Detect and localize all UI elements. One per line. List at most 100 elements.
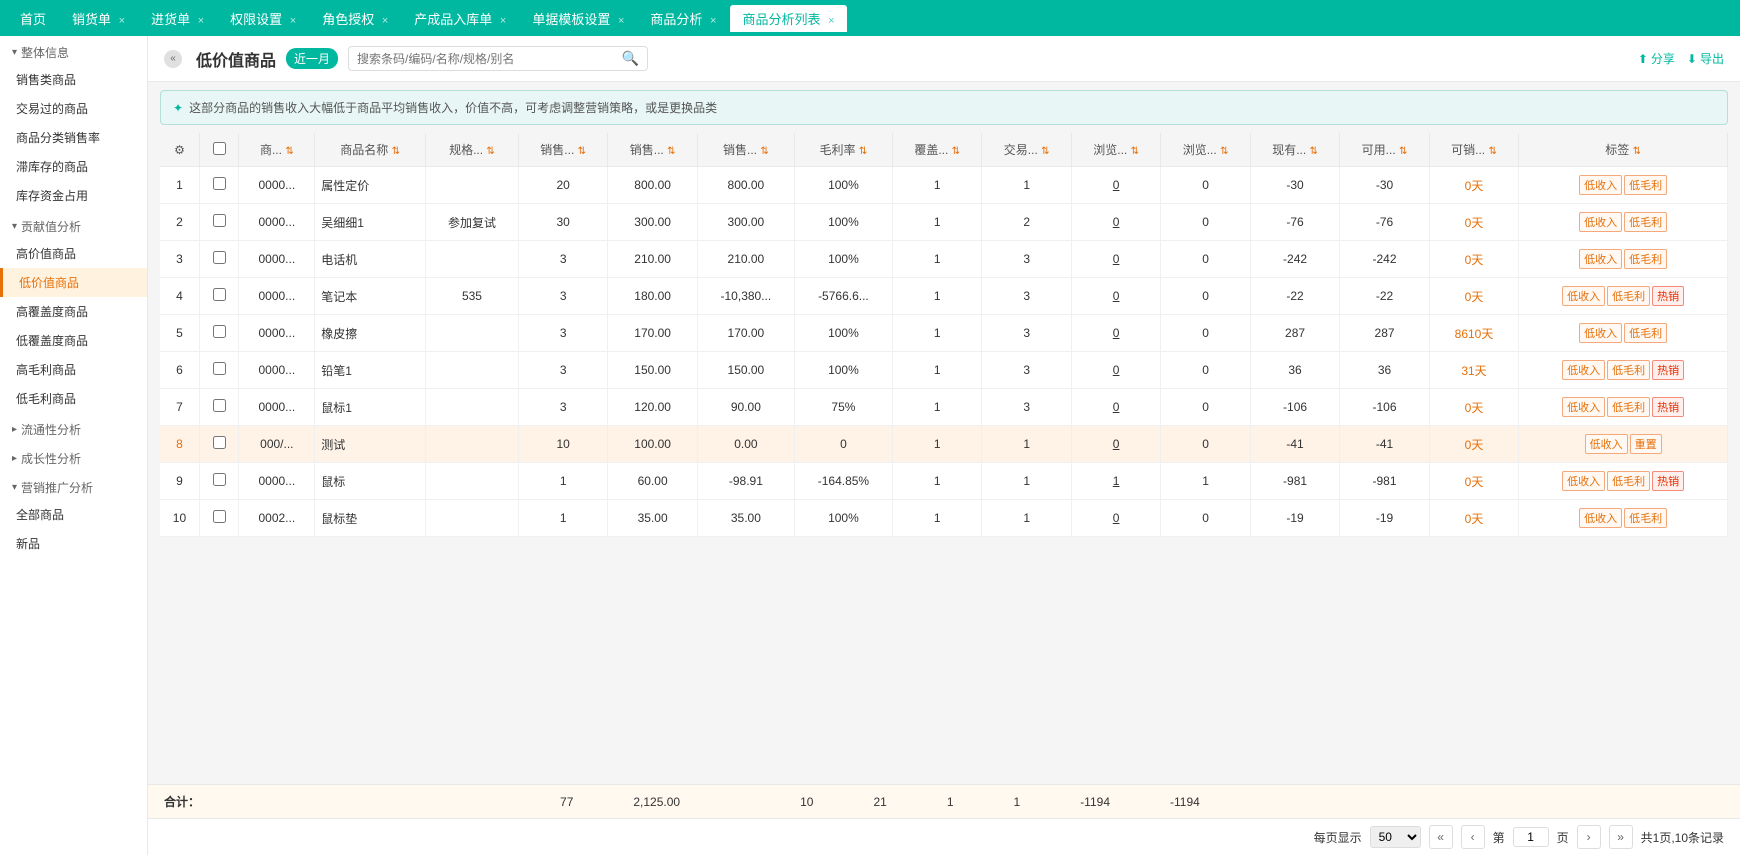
nav-purchase[interactable]: 进货单 × [139,5,216,32]
sidebar-collapse-button[interactable]: « [164,50,182,68]
th-spec[interactable]: 规格... ⇅ [425,133,518,167]
next-page-button[interactable]: › [1577,825,1601,849]
cell-checkbox[interactable] [199,315,239,352]
th-views2[interactable]: 浏览... ⇅ [1161,133,1250,167]
cell-checkbox[interactable] [199,167,239,204]
sidebar-item-low-coverage[interactable]: 低覆盖度商品 [0,326,147,355]
nav-product-analysis[interactable]: 商品分析 × [638,5,728,32]
cell-checkbox[interactable] [199,204,239,241]
row-checkbox[interactable] [213,362,226,375]
th-settings[interactable]: ⚙ [160,133,199,167]
row-checkbox[interactable] [213,510,226,523]
nav-product-analysis-list-close[interactable]: × [828,15,834,27]
th-tags[interactable]: 标签 ⇅ [1519,133,1728,167]
cell-views1[interactable]: 0 [1071,204,1160,241]
cell-views1[interactable]: 0 [1071,167,1160,204]
th-sellable[interactable]: 可销... ⇅ [1429,133,1518,167]
first-page-button[interactable]: « [1429,825,1453,849]
nav-template-close[interactable]: × [618,15,624,27]
nav-permissions-close[interactable]: × [290,15,296,27]
row-checkbox[interactable] [213,288,226,301]
cell-views1[interactable]: 0 [1071,278,1160,315]
nav-product-entry-close[interactable]: × [500,15,506,27]
th-name[interactable]: 商品名称 ⇅ [315,133,426,167]
nav-sales-close[interactable]: × [119,15,125,27]
th-current-stock[interactable]: 现有... ⇅ [1250,133,1339,167]
th-sales-qty[interactable]: 销售... ⇅ [518,133,607,167]
sidebar-group-marketing[interactable]: ▾ 营销推广分析 [0,471,147,500]
cell-views1[interactable]: 1 [1071,463,1160,500]
nav-product-analysis-list[interactable]: 商品分析列表 × [730,5,846,32]
cell-checkbox[interactable] [199,389,239,426]
nav-roles-close[interactable]: × [382,15,388,27]
export-button[interactable]: ⬇ 导出 [1687,50,1724,67]
th-sales-amount[interactable]: 销售... ⇅ [697,133,794,167]
sidebar-item-capital[interactable]: 库存资金占用 [0,181,147,210]
share-button[interactable]: ⬆ 分享 [1638,50,1675,67]
sidebar-group-contribution[interactable]: ▾ 贡献值分析 [0,210,147,239]
select-all-checkbox[interactable] [213,142,226,155]
row-checkbox[interactable] [213,436,226,449]
cell-checkbox[interactable] [199,352,239,389]
th-coverage[interactable]: 覆盖... ⇅ [892,133,981,167]
th-sales-price[interactable]: 销售... ⇅ [608,133,697,167]
cell-spec [425,352,518,389]
cell-checkbox[interactable] [199,278,239,315]
page-number-input[interactable] [1513,827,1549,847]
th-transactions[interactable]: 交易... ⇅ [982,133,1071,167]
sidebar-item-category-sales[interactable]: 商品分类销售率 [0,123,147,152]
sidebar-item-traded[interactable]: 交易过的商品 [0,94,147,123]
nav-permissions[interactable]: 权限设置 × [218,5,308,32]
th-views1[interactable]: 浏览... ⇅ [1071,133,1160,167]
sidebar-group-overall[interactable]: ▾ 整体信息 [0,36,147,65]
cell-transactions: 3 [982,352,1071,389]
nav-roles[interactable]: 角色授权 × [310,5,400,32]
sidebar-item-low-margin[interactable]: 低毛利商品 [0,384,147,413]
sidebar-item-stagnant[interactable]: 滞库存的商品 [0,152,147,181]
sidebar-item-low-value[interactable]: 低价值商品 [0,268,147,297]
table-wrapper[interactable]: ⚙ 商... ⇅ 商品名称 ⇅ 规格... ⇅ 销售... ⇅ 销售... ⇅ … [160,133,1728,784]
th-available[interactable]: 可用... ⇅ [1340,133,1429,167]
search-icon[interactable]: 🔍 [622,50,639,67]
row-checkbox[interactable] [213,473,226,486]
nav-product-entry[interactable]: 产成品入库单 × [402,5,518,32]
cell-views1[interactable]: 0 [1071,315,1160,352]
sidebar-group-growth[interactable]: ▸ 成长性分析 [0,442,147,471]
cell-views1[interactable]: 0 [1071,426,1160,463]
cell-checkbox[interactable] [199,463,239,500]
nav-template[interactable]: 单据模板设置 × [520,5,636,32]
row-checkbox[interactable] [213,325,226,338]
th-code[interactable]: 商... ⇅ [239,133,315,167]
cell-checkbox[interactable] [199,426,239,463]
cell-views1[interactable]: 0 [1071,352,1160,389]
sidebar-group-circulation[interactable]: ▸ 流通性分析 [0,413,147,442]
row-checkbox[interactable] [213,251,226,264]
cell-checkbox[interactable] [199,241,239,278]
th-checkbox[interactable] [199,133,239,167]
nav-home[interactable]: 首页 [8,5,58,32]
sidebar-item-new-products[interactable]: 新品 [0,529,147,558]
cell-views1[interactable]: 0 [1071,389,1160,426]
nav-product-analysis-close[interactable]: × [710,15,716,27]
nav-purchase-close[interactable]: × [198,15,204,27]
last-page-button[interactable]: » [1609,825,1633,849]
sidebar-item-sales-products[interactable]: 销售类商品 [0,65,147,94]
page-size-select[interactable]: 50 100 200 [1370,826,1421,848]
row-checkbox[interactable] [213,177,226,190]
sidebar-item-high-margin[interactable]: 高毛利商品 [0,355,147,384]
row-checkbox[interactable] [213,399,226,412]
cell-views1[interactable]: 0 [1071,500,1160,537]
sidebar-item-high-value[interactable]: 高价值商品 [0,239,147,268]
row-checkbox[interactable] [213,214,226,227]
sidebar-item-high-coverage[interactable]: 高覆盖度商品 [0,297,147,326]
prev-page-button[interactable]: ‹ [1461,825,1485,849]
filter-tag-recent-month[interactable]: 近一月 [286,48,338,69]
search-input[interactable] [357,52,622,66]
cell-checkbox[interactable] [199,500,239,537]
cell-views1[interactable]: 0 [1071,241,1160,278]
th-gross-margin[interactable]: 毛利率 ⇅ [794,133,892,167]
cell-gross-margin: -5766.6... [794,278,892,315]
nav-sales[interactable]: 销货单 × [60,5,137,32]
cell-coverage: 1 [892,426,981,463]
sidebar-item-all-products[interactable]: 全部商品 [0,500,147,529]
